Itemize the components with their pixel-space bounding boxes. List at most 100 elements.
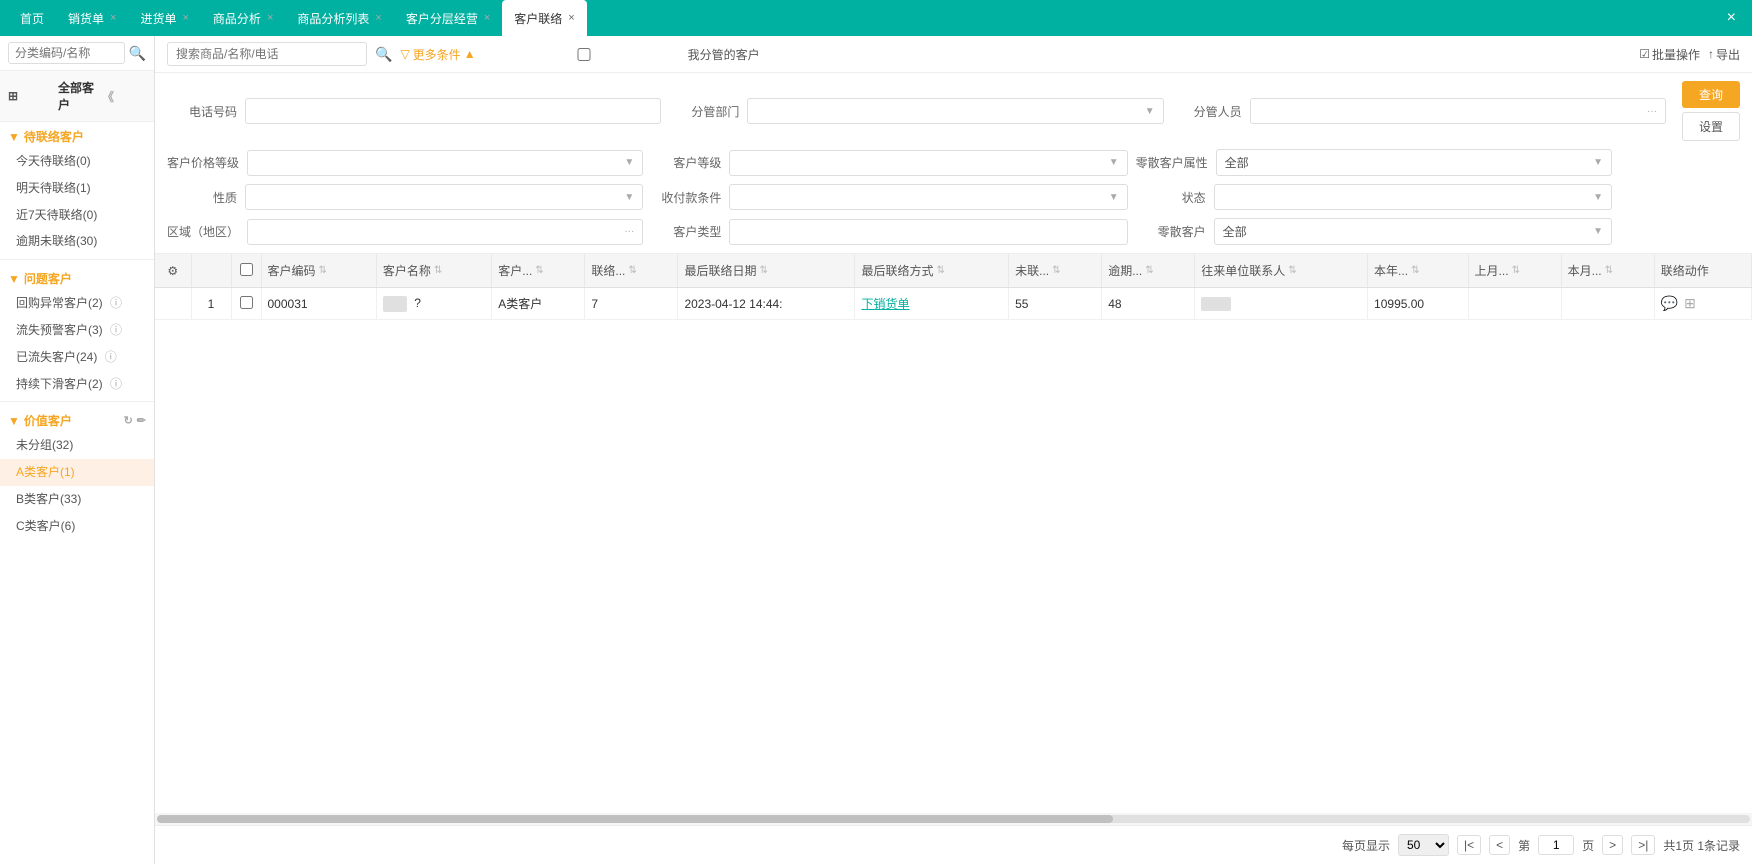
qr-icon[interactable]: ⊞ — [1684, 295, 1696, 312]
settings-icon[interactable]: ⚙ — [167, 264, 178, 278]
filter-customer-level-select[interactable]: ▼ — [729, 150, 1127, 176]
td-actions: 💬 ⊞ — [1654, 288, 1751, 320]
sidebar-search-icon[interactable]: 🔍 — [129, 45, 146, 62]
page-input[interactable] — [1538, 835, 1574, 855]
filter-manager-input[interactable]: ··· — [1250, 98, 1666, 124]
sidebar-item-overdue[interactable]: 逾期未联络(30) — [0, 228, 154, 255]
filter-price-level-select[interactable]: ▼ — [247, 150, 643, 176]
help-icon-declining: ⓘ — [110, 377, 122, 391]
sidebar-pending-section[interactable]: ▼ 待联络客户 — [0, 122, 154, 148]
sort-last-month-icon[interactable]: ⇅ — [1512, 265, 1520, 276]
sidebar-item-repurchase-abnormal[interactable]: 回购异常客户(2) ⓘ — [0, 290, 154, 317]
sidebar-all-customers[interactable]: ⊞ 全部客户 《 — [0, 71, 154, 122]
sidebar-item-c-class[interactable]: C类客户(6) — [0, 513, 154, 540]
nav-purchase-close[interactable]: × — [182, 12, 188, 24]
sidebar-item-tomorrow[interactable]: 明天待联络(1) — [0, 175, 154, 202]
sort-date-icon[interactable]: ⇅ — [759, 265, 767, 276]
first-page-button[interactable]: |< — [1457, 835, 1481, 855]
td-category: A类客户 — [492, 288, 585, 320]
sidebar-problem-section[interactable]: ▼ 问题客户 — [0, 264, 154, 290]
th-overdue: 逾期... ⇅ — [1102, 254, 1195, 288]
search-input[interactable] — [167, 42, 367, 66]
filter-retail-customer-select[interactable]: 全部 ▼ — [1214, 218, 1612, 245]
th-last-method-label: 最后联络方式 — [861, 262, 933, 279]
filter-customer-type-input[interactable] — [729, 219, 1127, 245]
batch-button[interactable]: ☑ 批量操作 — [1639, 46, 1700, 63]
sidebar-item-b-class[interactable]: B类客户(33) — [0, 486, 154, 513]
filter-region-input[interactable]: ··· — [247, 219, 643, 245]
pending-arrow-icon: ▼ — [8, 130, 20, 144]
nav-home[interactable]: 首页 — [8, 0, 56, 36]
nav-purchase[interactable]: 进货单 × — [128, 0, 200, 36]
filter-status-select[interactable]: ▼ — [1214, 184, 1612, 210]
customer-level-caret-icon: ▼ — [1109, 157, 1119, 168]
sort-this-month-icon[interactable]: ⇅ — [1605, 265, 1613, 276]
sidebar-item-7days[interactable]: 近7天待联络(0) — [0, 202, 154, 229]
edit-icon[interactable]: ✏ — [137, 414, 146, 427]
scrollbar-thumb[interactable] — [157, 815, 1113, 823]
nav-sales[interactable]: 销货单 × — [56, 0, 128, 36]
th-category-label: 客户... — [498, 262, 532, 279]
nav-analysis-list-close[interactable]: × — [375, 12, 381, 24]
filter-customer-level: 客户等级 ▼ — [651, 150, 1127, 176]
sort-contact-icon[interactable]: ⇅ — [628, 265, 636, 276]
nav-analysis-list[interactable]: 商品分析列表 × — [285, 0, 393, 36]
td-overdue: 48 — [1102, 288, 1195, 320]
nav-customer-layer-close[interactable]: × — [484, 12, 490, 24]
th-check — [231, 254, 261, 288]
sidebar-search-input[interactable] — [8, 42, 125, 64]
filter-payment: 收付款条件 ▼ — [651, 184, 1127, 210]
sort-code-icon[interactable]: ⇅ — [319, 265, 327, 276]
nav-customer-contact[interactable]: 客户联络 × — [502, 0, 586, 36]
th-last-contact-method: 最后联络方式 ⇅ — [855, 254, 1009, 288]
setting-button[interactable]: 设置 — [1682, 112, 1740, 141]
horizontal-scrollbar[interactable] — [155, 813, 1752, 825]
filter-row-1: 电话号码 分管部门 ▼ 分管人员 ··· — [167, 81, 1740, 141]
nav-customer-layer[interactable]: 客户分层经营 × — [394, 0, 502, 36]
filter-button[interactable]: ▽ 更多条件 ▲ — [400, 46, 475, 63]
nav-sales-close[interactable]: × — [110, 12, 116, 24]
filter-phone-input[interactable] — [245, 98, 661, 124]
sidebar-item-lost[interactable]: 已流失客户(24) ⓘ — [0, 344, 154, 371]
nav-analysis-close[interactable]: × — [267, 12, 273, 24]
sort-category-icon[interactable]: ⇅ — [535, 265, 543, 276]
sort-this-year-icon[interactable]: ⇅ — [1411, 265, 1419, 276]
price-level-caret-icon: ▼ — [624, 157, 634, 168]
filter-payment-select[interactable]: ▼ — [729, 184, 1127, 210]
search-icon[interactable]: 🔍 — [375, 46, 392, 63]
last-page-button[interactable]: >| — [1631, 835, 1655, 855]
status-caret-icon: ▼ — [1593, 192, 1603, 203]
select-all-checkbox[interactable] — [240, 263, 253, 276]
batch-icon: ☑ — [1639, 47, 1650, 61]
next-page-button[interactable]: > — [1602, 835, 1623, 855]
message-icon[interactable]: 💬 — [1661, 295, 1678, 312]
sidebar-item-declining[interactable]: 持续下滑客户(2) ⓘ — [0, 371, 154, 398]
row-action-icons: 💬 ⊞ — [1661, 295, 1745, 312]
sort-not-contacted-icon[interactable]: ⇅ — [1052, 265, 1060, 276]
filter-nature-select[interactable]: ▼ — [245, 184, 643, 210]
export-button[interactable]: ↑ 导出 — [1708, 46, 1740, 63]
sort-method-icon[interactable]: ⇅ — [937, 265, 945, 276]
query-button[interactable]: 查询 — [1682, 81, 1740, 108]
last-contact-method-link[interactable]: 下销货单 — [861, 297, 909, 311]
sort-overdue-icon[interactable]: ⇅ — [1145, 265, 1153, 276]
sidebar-item-today[interactable]: 今天待联络(0) — [0, 148, 154, 175]
td-last-month — [1468, 288, 1561, 320]
my-customers-checkbox[interactable] — [484, 48, 684, 61]
th-action: 联络动作 — [1654, 254, 1751, 288]
filter-dept-select[interactable]: ▼ — [747, 98, 1163, 124]
per-page-select[interactable]: 50 100 200 — [1398, 834, 1449, 856]
global-close-button[interactable]: × — [1719, 9, 1744, 27]
row-checkbox[interactable] — [240, 296, 253, 309]
sort-name-icon[interactable]: ⇅ — [434, 265, 442, 276]
sidebar-item-unclassified[interactable]: 未分组(32) — [0, 432, 154, 459]
nav-analysis[interactable]: 商品分析 × — [201, 0, 285, 36]
help-icon-loss-warning: ⓘ — [110, 323, 122, 337]
filter-retail-attr-select[interactable]: 全部 ▼ — [1216, 149, 1612, 176]
prev-page-button[interactable]: < — [1489, 835, 1510, 855]
sidebar-item-a-class[interactable]: A类客户(1) — [0, 459, 154, 486]
refresh-icon[interactable]: ↻ — [124, 414, 133, 427]
nav-customer-contact-close[interactable]: × — [568, 12, 574, 24]
sort-unit-contact-icon[interactable]: ⇅ — [1288, 265, 1296, 276]
sidebar-item-loss-warning[interactable]: 流失预警客户(3) ⓘ — [0, 317, 154, 344]
